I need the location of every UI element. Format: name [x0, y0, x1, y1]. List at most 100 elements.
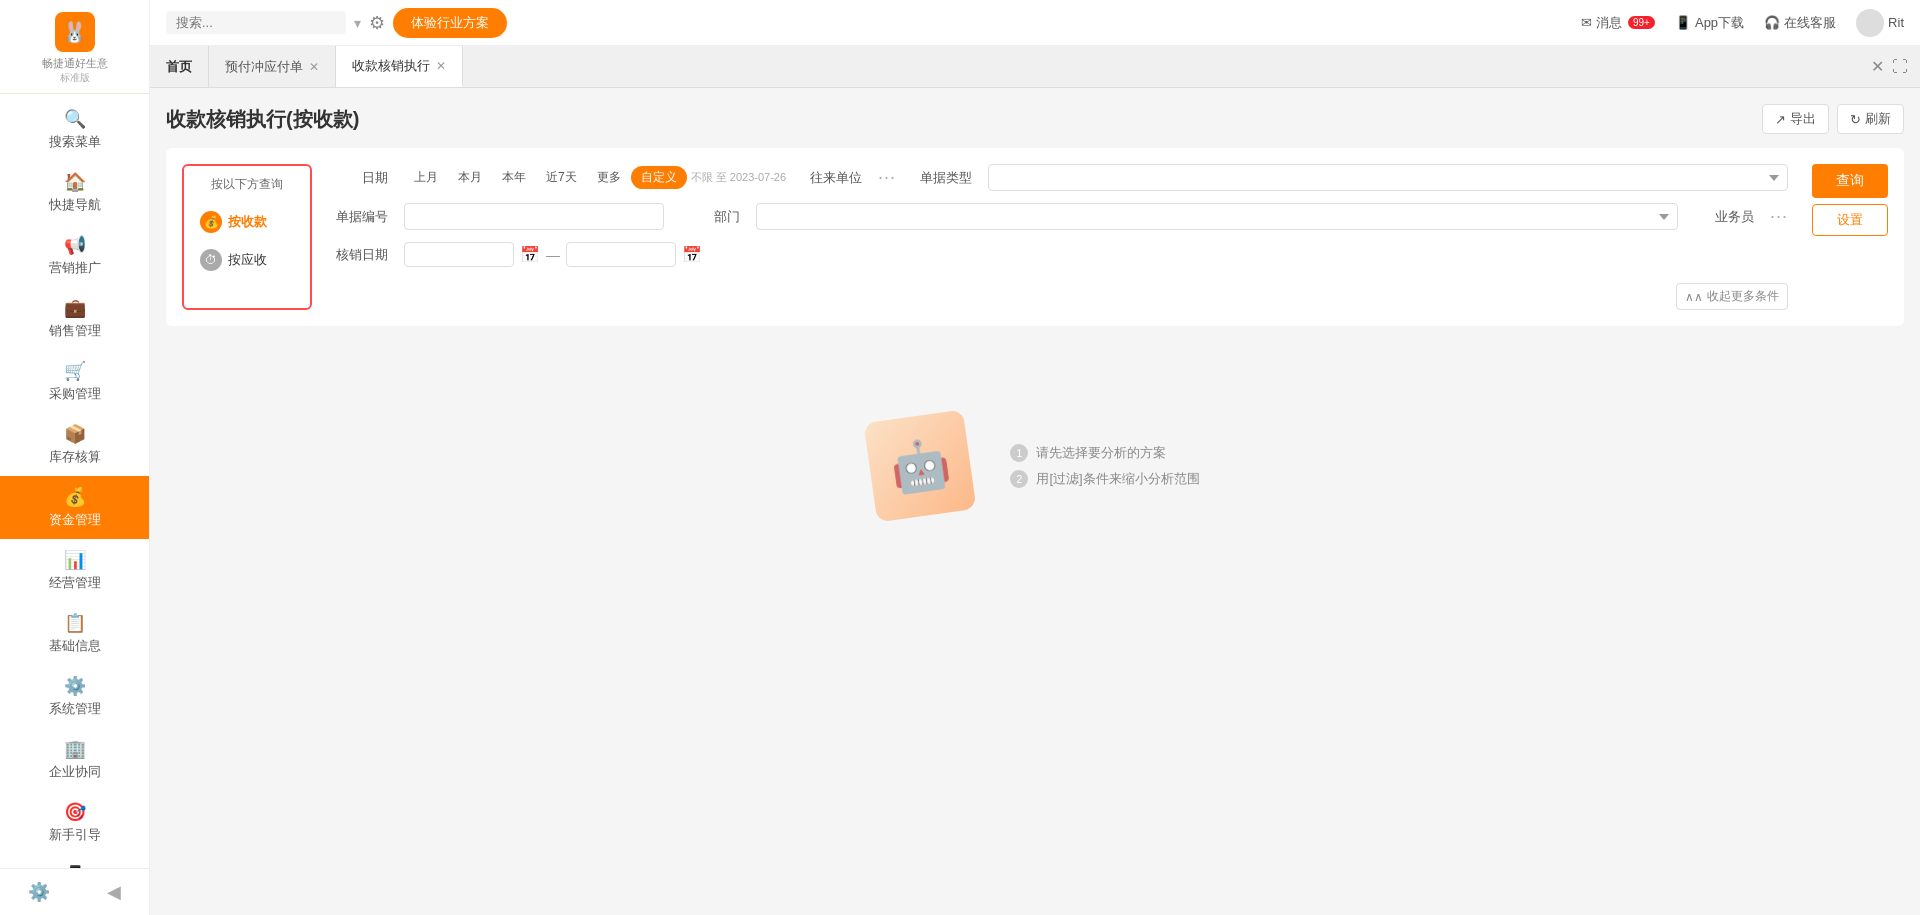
message-badge: 99+ [1628, 16, 1655, 29]
sidebar-item-finance[interactable]: 💰 资金管理 [0, 476, 149, 539]
staff-dots[interactable]: ··· [1770, 206, 1788, 227]
export-icon: ↗ [1775, 112, 1786, 127]
sales-icon: 💼 [64, 297, 86, 319]
counterpart-dots[interactable]: ··· [878, 167, 896, 188]
empty-robot-icon: 🤖 [864, 410, 977, 523]
receipt-type-icon: 💰 [200, 211, 222, 233]
empty-hint-1: 1 请先选择要分析的方案 [1010, 444, 1199, 462]
page-actions: ↗ 导出 ↻ 刷新 [1762, 104, 1904, 134]
sidebar-item-quick-nav[interactable]: 🏠 快捷导航 [0, 161, 149, 224]
date-tab-more[interactable]: 更多 [587, 166, 631, 189]
date-separator: — [546, 247, 560, 263]
sidebar-item-search[interactable]: 🔍 搜索菜单 [0, 98, 149, 161]
logo-text: 畅捷通好生意 [42, 56, 108, 71]
date-tab-this-year[interactable]: 本年 [492, 166, 536, 189]
date-tab-custom[interactable]: 自定义 [631, 166, 687, 189]
user-profile[interactable]: Rit [1856, 9, 1904, 37]
query-type-panel: 按以下方查询 💰 按收款 ⏱ 按应收 [182, 164, 312, 310]
writeoff-start-cal-icon[interactable]: 📅 [520, 245, 540, 264]
message-action[interactable]: ✉ 消息 99+ [1581, 14, 1655, 32]
online-service-label: 在线客服 [1784, 14, 1836, 32]
query-by-receivable[interactable]: ⏱ 按应收 [194, 241, 300, 279]
empty-hint-2: 2 用[过滤]条件来缩小分析范围 [1010, 470, 1199, 488]
sidebar-item-enterprise[interactable]: 🏢 企业协同 [0, 728, 149, 791]
tab-prepay-flush[interactable]: 预付冲应付单 ✕ [209, 46, 336, 87]
sidebar-item-hardware[interactable]: 📱 智能硬件 [0, 854, 149, 868]
filter-row-3: 核销日期 2023-03-01 📅 — 2023-07-21 📅 [328, 242, 1788, 267]
guide-icon: 🎯 [64, 801, 86, 823]
tab-home[interactable]: 首页 [150, 46, 209, 87]
empty-text: 1 请先选择要分析的方案 2 用[过滤]条件来缩小分析范围 [1010, 444, 1199, 488]
sidebar-item-inventory[interactable]: 📦 库存核算 [0, 413, 149, 476]
app-download-label: App下载 [1695, 14, 1744, 32]
writeoff-start-input[interactable]: 2023-03-01 [404, 242, 514, 267]
sidebar-settings-icon[interactable]: ⚙️ [28, 881, 50, 903]
date-tab-last-month[interactable]: 上月 [404, 166, 448, 189]
app-icon: 📱 [1675, 15, 1691, 30]
dept-select[interactable] [756, 203, 1678, 230]
purchase-icon: 🛒 [64, 360, 86, 382]
logo-badge: 标准版 [60, 71, 90, 85]
tab-close-all-icon[interactable]: ✕ [1871, 57, 1884, 76]
writeoff-end-cal-icon[interactable]: 📅 [682, 245, 702, 264]
header-right: ✉ 消息 99+ 📱 App下载 🎧 在线客服 Rit [1581, 9, 1904, 37]
app-download-action[interactable]: 📱 App下载 [1675, 14, 1744, 32]
operations-icon: 📊 [64, 549, 86, 571]
online-service-action[interactable]: 🎧 在线客服 [1764, 14, 1836, 32]
logo-icon: 🐰 [55, 12, 95, 52]
doc-type-label: 单据类型 [912, 169, 972, 187]
export-btn[interactable]: ↗ 导出 [1762, 104, 1829, 134]
sidebar-item-system[interactable]: ⚙️ 系统管理 [0, 665, 149, 728]
page-title: 收款核销执行(按收款) [166, 106, 359, 133]
doc-no-input[interactable] [404, 203, 664, 230]
tab-close-receipt[interactable]: ✕ [436, 59, 446, 73]
doc-type-select[interactable] [988, 164, 1788, 191]
sidebar-item-sales[interactable]: 💼 销售管理 [0, 287, 149, 350]
main-area: ▾ ⚙ 体验行业方案 ✉ 消息 99+ 📱 App下载 🎧 在线客服 Rit [150, 0, 1920, 915]
header-search-input[interactable] [166, 11, 346, 34]
sidebar-menu: 🔍 搜索菜单 🏠 快捷导航 📢 营销推广 💼 销售管理 🛒 采购管理 📦 库存核… [0, 94, 149, 868]
sidebar-item-purchase[interactable]: 🛒 采购管理 [0, 350, 149, 413]
query-btn[interactable]: 查询 [1812, 164, 1888, 198]
filter-controls: 日期 上月 本月 本年 近7天 更多 自定义 不限 至 2023-07-26 往… [328, 164, 1788, 310]
counterpart-label: 往来单位 [802, 169, 862, 187]
date-tab-7days[interactable]: 近7天 [536, 166, 587, 189]
settings-btn[interactable]: 设置 [1812, 204, 1888, 236]
query-type-title: 按以下方查询 [194, 176, 300, 193]
message-label: 消息 [1596, 14, 1622, 32]
query-by-receipt[interactable]: 💰 按收款 [194, 203, 300, 241]
system-icon: ⚙️ [64, 675, 86, 697]
marketing-icon: 📢 [64, 234, 86, 256]
tab-close-prepay[interactable]: ✕ [309, 60, 319, 74]
basic-icon: 📋 [64, 612, 86, 634]
inventory-icon: 📦 [64, 423, 86, 445]
refresh-btn[interactable]: ↻ 刷新 [1837, 104, 1904, 134]
finance-icon: 💰 [64, 486, 86, 508]
date-tabs: 上月 本月 本年 近7天 更多 自定义 不限 至 2023-07-26 [404, 166, 786, 189]
user-name: Rit [1888, 15, 1904, 30]
sidebar-item-marketing[interactable]: 📢 营销推广 [0, 224, 149, 287]
filter-row-2: 单据编号 部门 业务员 ··· [328, 203, 1788, 230]
sidebar-item-guide[interactable]: 🎯 新手引导 [0, 791, 149, 854]
industry-btn[interactable]: 体验行业方案 [393, 8, 507, 38]
writeoff-date-label: 核销日期 [328, 246, 388, 264]
date-tab-this-month[interactable]: 本月 [448, 166, 492, 189]
home-icon: 🏠 [64, 171, 86, 193]
empty-state: 🤖 1 请先选择要分析的方案 2 用[过滤]条件来缩小分析范围 [166, 326, 1904, 606]
page-header: 收款核销执行(按收款) ↗ 导出 ↻ 刷新 [166, 104, 1904, 134]
page-content: 收款核销执行(按收款) ↗ 导出 ↻ 刷新 按以下方查询 💰 按收款 [150, 88, 1920, 915]
header-settings-icon[interactable]: ⚙ [369, 12, 385, 34]
doc-no-label: 单据编号 [328, 208, 388, 226]
writeoff-end-input[interactable]: 2023-07-21 [566, 242, 676, 267]
refresh-icon: ↻ [1850, 112, 1861, 127]
header-chevron-icon[interactable]: ▾ [354, 15, 361, 31]
tab-expand-icon[interactable]: ⛶ [1892, 58, 1908, 76]
top-header: ▾ ⚙ 体验行业方案 ✉ 消息 99+ 📱 App下载 🎧 在线客服 Rit [150, 0, 1920, 46]
enterprise-icon: 🏢 [64, 738, 86, 760]
staff-label: 业务员 [1694, 208, 1754, 226]
tab-receipt-write-off[interactable]: 收款核销执行 ✕ [336, 46, 463, 87]
sidebar-item-operations[interactable]: 📊 经营管理 [0, 539, 149, 602]
sidebar-item-basic[interactable]: 📋 基础信息 [0, 602, 149, 665]
collapse-btn[interactable]: ∧∧ 收起更多条件 [1676, 283, 1788, 310]
sidebar-collapse-icon[interactable]: ◀ [107, 881, 121, 903]
